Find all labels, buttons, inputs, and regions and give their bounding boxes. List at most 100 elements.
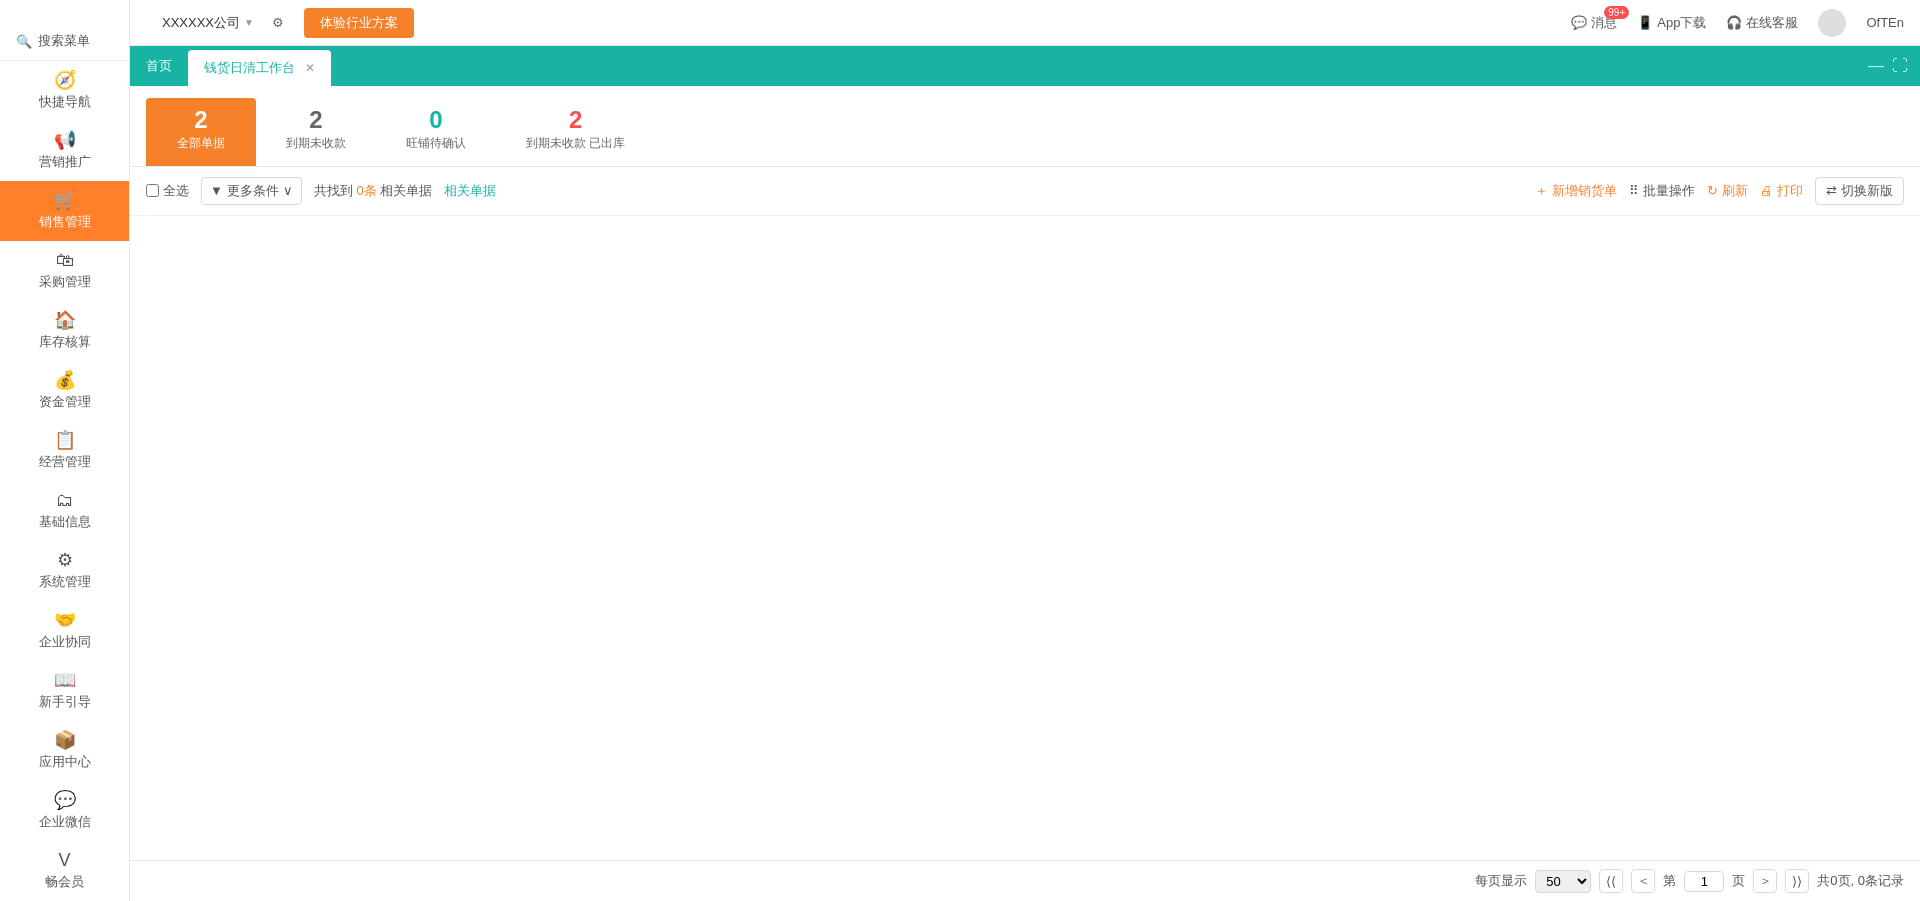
workbench-tab-label: 钱货日清工作台 bbox=[204, 59, 295, 77]
tab-bar-right: — ⛶ bbox=[1868, 46, 1920, 86]
sidebar-item-新手引导[interactable]: 📖 新手引导 bbox=[0, 661, 129, 721]
first-page-button[interactable]: ⟨⟨ bbox=[1599, 869, 1623, 893]
prev-page-button[interactable]: ＜ bbox=[1631, 869, 1655, 893]
gear-icon: ⚙ bbox=[272, 15, 284, 30]
switch-version-button[interactable]: ⇄ 切换新版 bbox=[1815, 177, 1904, 205]
add-sale-order-button[interactable]: ＋ 新增销货单 bbox=[1535, 182, 1617, 200]
message-icon: 💬 bbox=[1571, 15, 1587, 30]
tab-workbench[interactable]: 钱货日清工作台 ✕ bbox=[188, 50, 331, 86]
print-label: 打印 bbox=[1777, 182, 1803, 200]
nav-icon-4: 🏠 bbox=[54, 311, 76, 329]
more-filter-label: 更多条件 bbox=[227, 182, 279, 200]
sidebar-item-库存核算[interactable]: 🏠 库存核算 bbox=[0, 301, 129, 361]
content-inner: 2 全部单据 2 到期未收款 0 旺铺待确认 2 到期未收款 已出库 全选 bbox=[130, 86, 1920, 901]
service-icon: 🎧 bbox=[1726, 15, 1742, 30]
batch-operation-button[interactable]: ⠿ 批量操作 bbox=[1629, 182, 1695, 200]
sidebar: 🔍 搜索菜单 🧭 快捷导航 📢 营销推广 🛒 销售管理 🛍 采购管理 🏠 库存核… bbox=[0, 0, 130, 901]
found-text: 共找到 0条 相关单据 bbox=[314, 182, 432, 200]
batch-label: 批量操作 bbox=[1643, 182, 1695, 200]
search-menu-item[interactable]: 🔍 搜索菜单 bbox=[0, 22, 129, 61]
nav-label-13: 畅会员 bbox=[45, 873, 84, 891]
refresh-icon: ↻ bbox=[1707, 183, 1718, 198]
sidebar-item-企业微信[interactable]: 💬 企业微信 bbox=[0, 781, 129, 841]
nav-icon-0: 🧭 bbox=[54, 71, 76, 89]
top-header: 6 畅捷通好生意 标准版 XXXXXX公司 ▼ ⚙ 体验行业方案 💬 消息 99… bbox=[0, 0, 1920, 46]
nav-icon-3: 🛍 bbox=[56, 251, 74, 269]
message-badge: 99+ bbox=[1604, 6, 1629, 19]
nav-label-1: 营销推广 bbox=[39, 153, 91, 171]
select-all-input[interactable] bbox=[146, 184, 159, 197]
nav-icon-12: 💬 bbox=[54, 791, 76, 809]
nav-icon-8: ⚙ bbox=[57, 551, 73, 569]
message-item[interactable]: 💬 消息 99+ bbox=[1571, 14, 1617, 32]
tab-home[interactable]: 首页 bbox=[130, 46, 188, 86]
refresh-button[interactable]: ↻ 刷新 bbox=[1707, 182, 1748, 200]
stat-tab-all[interactable]: 2 全部单据 bbox=[146, 98, 256, 166]
more-filter-button[interactable]: ▼ 更多条件 ∨ bbox=[201, 177, 302, 205]
minimize-icon[interactable]: — bbox=[1868, 57, 1884, 75]
sidebar-item-企业协同[interactable]: 🤝 企业协同 bbox=[0, 601, 129, 661]
avatar[interactable] bbox=[1818, 9, 1846, 37]
company-selector[interactable]: XXXXXX公司 ▼ bbox=[162, 14, 254, 32]
sidebar-item-销售管理[interactable]: 🛒 销售管理 bbox=[0, 181, 129, 241]
stat-label-overdue: 到期未收款 bbox=[286, 135, 346, 152]
settings-button[interactable]: ⚙ bbox=[264, 9, 292, 37]
nav-icon-13: V bbox=[58, 851, 70, 869]
nav-label-11: 应用中心 bbox=[39, 753, 91, 771]
header-right: 💬 消息 99+ 📱 App下载 🎧 在线客服 OfTEn bbox=[1571, 9, 1904, 37]
nav-label-3: 采购管理 bbox=[39, 273, 91, 291]
sidebar-item-基础信息[interactable]: 🗂 基础信息 bbox=[0, 481, 129, 541]
tab-close-icon[interactable]: ✕ bbox=[305, 61, 315, 75]
maximize-icon[interactable]: ⛶ bbox=[1892, 57, 1908, 75]
username[interactable]: OfTEn bbox=[1866, 15, 1904, 30]
sidebar-item-经营管理[interactable]: 📋 经营管理 bbox=[0, 421, 129, 481]
related-link[interactable]: 相关单据 bbox=[444, 182, 496, 200]
nav-icon-2: 🛒 bbox=[54, 191, 76, 209]
online-service-item[interactable]: 🎧 在线客服 bbox=[1726, 14, 1798, 32]
nav-label-0: 快捷导航 bbox=[39, 93, 91, 111]
nav-label-4: 库存核算 bbox=[39, 333, 91, 351]
print-icon: 🖨 bbox=[1760, 183, 1773, 198]
stat-num-all: 2 bbox=[194, 106, 207, 135]
sidebar-item-快捷导航[interactable]: 🧭 快捷导航 bbox=[0, 61, 129, 121]
nav-icon-11: 📦 bbox=[54, 731, 76, 749]
sidebar-item-畅会员[interactable]: V 畅会员 bbox=[0, 841, 129, 901]
sidebar-item-系统管理[interactable]: ⚙ 系统管理 bbox=[0, 541, 129, 601]
sidebar-item-采购管理[interactable]: 🛍 采购管理 bbox=[0, 241, 129, 301]
refresh-label: 刷新 bbox=[1722, 182, 1748, 200]
stat-tab-shipped[interactable]: 2 到期未收款 已出库 bbox=[496, 98, 655, 166]
print-button[interactable]: 🖨 打印 bbox=[1760, 182, 1803, 200]
nav-label-6: 经营管理 bbox=[39, 453, 91, 471]
batch-icon: ⠿ bbox=[1629, 183, 1639, 198]
nav-icon-1: 📢 bbox=[54, 131, 76, 149]
search-icon: 🔍 bbox=[16, 34, 32, 49]
nav-label-8: 系统管理 bbox=[39, 573, 91, 591]
stat-tab-overdue[interactable]: 2 到期未收款 bbox=[256, 98, 376, 166]
next-page-button[interactable]: ＞ bbox=[1753, 869, 1777, 893]
last-page-button[interactable]: ⟩⟩ bbox=[1785, 869, 1809, 893]
nav-label-9: 企业协同 bbox=[39, 633, 91, 651]
sidebar-item-应用中心[interactable]: 📦 应用中心 bbox=[0, 721, 129, 781]
main-content: 2 全部单据 2 到期未收款 0 旺铺待确认 2 到期未收款 已出库 全选 bbox=[130, 86, 1920, 901]
add-btn-label: 新增销货单 bbox=[1552, 182, 1617, 200]
trial-button[interactable]: 体验行业方案 bbox=[304, 8, 414, 38]
page-label: 第 bbox=[1663, 872, 1676, 890]
stat-label-all: 全部单据 bbox=[177, 135, 225, 152]
sidebar-item-资金管理[interactable]: 💰 资金管理 bbox=[0, 361, 129, 421]
sidebar-item-营销推广[interactable]: 📢 营销推广 bbox=[0, 121, 129, 181]
nav-label-10: 新手引导 bbox=[39, 693, 91, 711]
stat-num-overdue: 2 bbox=[309, 106, 322, 135]
toolbar-right: ＋ 新增销货单 ⠿ 批量操作 ↻ 刷新 🖨 打印 ⇄ 切换新版 bbox=[1535, 177, 1904, 205]
select-all-label: 全选 bbox=[163, 182, 189, 200]
per-page-select[interactable]: 50 100 200 bbox=[1535, 870, 1591, 893]
page-input[interactable] bbox=[1684, 871, 1724, 892]
select-all-checkbox[interactable]: 全选 bbox=[146, 182, 189, 200]
stat-tab-pending[interactable]: 0 旺铺待确认 bbox=[376, 98, 496, 166]
app-download-item[interactable]: 📱 App下载 bbox=[1637, 14, 1706, 32]
nav-icon-10: 📖 bbox=[54, 671, 76, 689]
stats-tabs: 2 全部单据 2 到期未收款 0 旺铺待确认 2 到期未收款 已出库 bbox=[130, 86, 1920, 167]
switch-label: 切换新版 bbox=[1841, 182, 1893, 200]
nav-icon-5: 💰 bbox=[54, 371, 76, 389]
chevron-down-icon: ▼ bbox=[244, 17, 254, 28]
switch-icon: ⇄ bbox=[1826, 183, 1837, 198]
